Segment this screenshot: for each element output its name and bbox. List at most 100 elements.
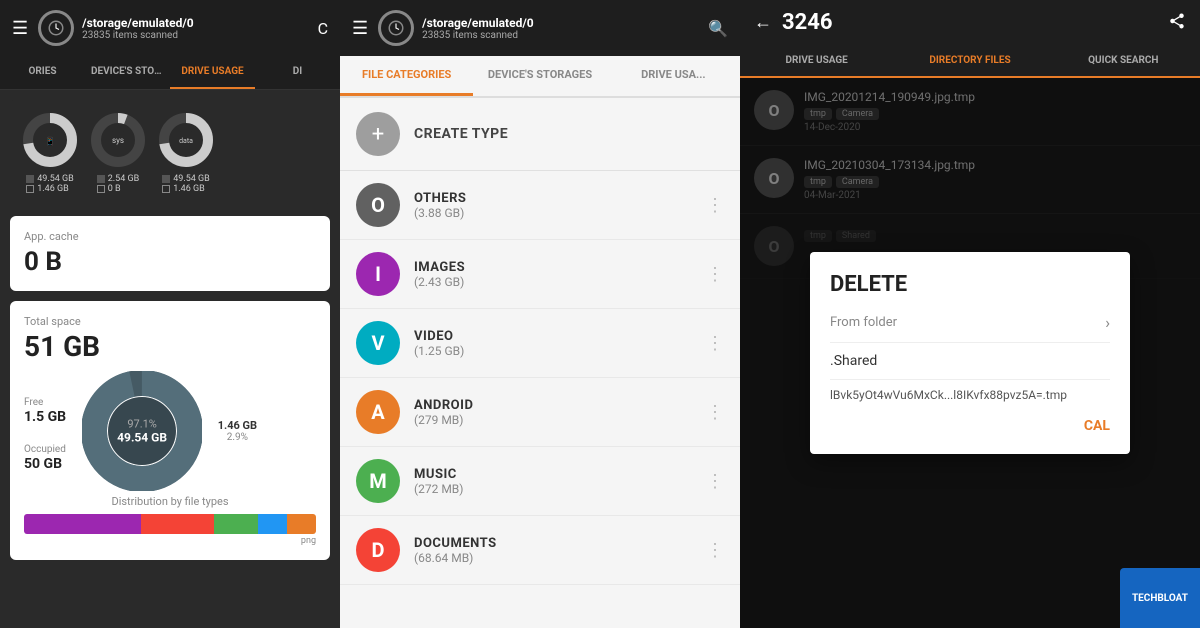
occupied-item: Occupied 50 GB: [24, 437, 66, 472]
cat-more-android[interactable]: ⋮: [706, 402, 724, 423]
delete-folder-name: .Shared: [830, 353, 1110, 369]
tab-file-categories[interactable]: FILE CATEGORIES: [340, 56, 473, 96]
app-cache-label: App. cache: [24, 230, 316, 243]
cat-info-images: IMAGES (2.43 GB): [414, 260, 692, 289]
middle-menu-icon[interactable]: ☰: [352, 18, 368, 39]
cat-name-music: MUSIC: [414, 467, 692, 482]
cat-info-android: ANDROID (279 MB): [414, 398, 692, 427]
cat-name-images: IMAGES: [414, 260, 692, 275]
left-nav-tabs: ORIES DEVICE'S STORAGES DRIVE USAGE DI: [0, 56, 340, 90]
delete-cancel-button[interactable]: CAL: [1084, 418, 1110, 434]
category-row-images[interactable]: I IMAGES (2.43 GB) ⋮: [340, 240, 740, 309]
cat-more-music[interactable]: ⋮: [706, 471, 724, 492]
storage-circles-row: 📱 49.54 GB 1.46 GB sys: [10, 100, 330, 204]
delete-dialog-title: DELETE: [830, 272, 1110, 297]
svg-text:data: data: [179, 137, 193, 145]
share-icon[interactable]: [1168, 12, 1186, 34]
delete-divider: [830, 379, 1110, 380]
middle-nav-tabs: FILE CATEGORIES DEVICE'S STORAGES DRIVE …: [340, 56, 740, 98]
tab-di[interactable]: DI: [255, 56, 340, 89]
left-panel: ☰ /storage/emulated/0 23835 items scanne…: [0, 0, 340, 628]
app-cache-card: App. cache 0 B: [10, 216, 330, 291]
donut-chart-1: 📱: [20, 110, 80, 170]
cat-circle-android: A: [356, 390, 400, 434]
storage-info: /storage/emulated/0 23835 items scanned: [38, 10, 307, 46]
distribution-bar: [24, 514, 316, 534]
storage-path: /storage/emulated/0: [82, 16, 194, 30]
right-nav-tabs: DRIVE USAGE DIRECTORY FILES QUICK SEARCH: [740, 45, 1200, 78]
cat-more-images[interactable]: ⋮: [706, 264, 724, 285]
cat-size-others: (3.88 GB): [414, 206, 692, 220]
tab-drive-usage-right[interactable]: DRIVE USAGE: [740, 45, 893, 76]
middle-top-bar: ☰ /storage/emulated/0 23835 items scanne…: [340, 0, 740, 56]
cat-more-documents[interactable]: ⋮: [706, 540, 724, 561]
right-title: 3246: [782, 10, 1158, 35]
watermark-text: TECHBLOAT: [1132, 593, 1188, 604]
category-row-video[interactable]: V VIDEO (1.25 GB) ⋮: [340, 309, 740, 378]
tab-ories[interactable]: ORIES: [0, 56, 85, 89]
tab-device-storages-mid[interactable]: DEVICE'S STORAGES: [473, 56, 606, 96]
cat-info-video: VIDEO (1.25 GB): [414, 329, 692, 358]
tab-device-storages-left[interactable]: DEVICE'S STORAGES: [85, 56, 170, 89]
left-top-bar: ☰ /storage/emulated/0 23835 items scanne…: [0, 0, 340, 56]
cat-more-others[interactable]: ⋮: [706, 195, 724, 216]
tab-quick-search[interactable]: QUICK SEARCH: [1047, 45, 1200, 76]
cat-size-android: (279 MB): [414, 413, 692, 427]
delete-from-folder[interactable]: From folder ›: [830, 313, 1110, 343]
cat-circle-images: I: [356, 252, 400, 296]
middle-list: + CREATE TYPE O OTHERS (3.88 GB) ⋮ I IMA…: [340, 98, 740, 628]
storage-circle: [38, 10, 74, 46]
total-space-card: Total space 51 GB Free 1.5 GB Occupied 5…: [10, 301, 330, 560]
distribution-label: Distribution by file types: [24, 495, 316, 508]
back-button[interactable]: ←: [754, 12, 772, 33]
cat-circle-documents: D: [356, 528, 400, 572]
create-type-row[interactable]: + CREATE TYPE: [340, 98, 740, 171]
delete-filename: lBvk5yOt4wVu6MxCk...l8IKvfx88pvz5A=.tmp: [830, 388, 1110, 402]
category-row-music[interactable]: M MUSIC (272 MB) ⋮: [340, 447, 740, 516]
total-space-row: Free 1.5 GB Occupied 50 GB 97: [24, 371, 316, 491]
delete-dialog: DELETE From folder › .Shared lBvk5yOt4wV…: [810, 252, 1130, 454]
right-panel: ← 3246 DRIVE USAGE DIRECTORY FILES QUICK…: [740, 0, 1200, 628]
category-row-documents[interactable]: D DOCUMENTS (68.64 MB) ⋮: [340, 516, 740, 585]
left-content: 📱 49.54 GB 1.46 GB sys: [0, 90, 340, 628]
middle-search-icon[interactable]: 🔍: [708, 19, 728, 38]
category-row-others[interactable]: O OTHERS (3.88 GB) ⋮: [340, 171, 740, 240]
cat-circle-video: V: [356, 321, 400, 365]
hamburger-icon[interactable]: ☰: [12, 18, 28, 39]
storage-item-3: data 49.54 GB 1.46 GB: [156, 110, 216, 194]
free-occupied: Free 1.5 GB Occupied 50 GB: [24, 390, 66, 472]
plus-circle: +: [356, 112, 400, 156]
middle-panel: ☰ /storage/emulated/0 23835 items scanne…: [340, 0, 740, 628]
png-label: png: [24, 536, 316, 546]
cat-circle-others: O: [356, 183, 400, 227]
storage-item-1: 📱 49.54 GB 1.46 GB: [20, 110, 80, 194]
cat-size-video: (1.25 GB): [414, 344, 692, 358]
cat-info-others: OTHERS (3.88 GB): [414, 191, 692, 220]
delete-from-arrow[interactable]: ›: [1105, 313, 1110, 332]
tab-drive-usage-mid[interactable]: DRIVE USA...: [607, 56, 740, 96]
right-top-bar: ← 3246: [740, 0, 1200, 45]
donut-chart-3: data: [156, 110, 216, 170]
refresh-icon[interactable]: C: [318, 19, 328, 38]
category-row-android[interactable]: A ANDROID (279 MB) ⋮: [340, 378, 740, 447]
storage-legend-2: 2.54 GB 0 B: [97, 174, 140, 194]
total-space-label: Total space: [24, 315, 316, 328]
tab-drive-usage-left[interactable]: DRIVE USAGE: [170, 56, 255, 89]
donut-side-text: 1.46 GB 2.9%: [218, 419, 257, 443]
storage-items: 23835 items scanned: [82, 30, 194, 41]
middle-storage-items: 23835 items scanned: [422, 30, 534, 41]
delete-dialog-overlay: DELETE From folder › .Shared lBvk5yOt4wV…: [740, 78, 1200, 628]
cat-name-documents: DOCUMENTS: [414, 536, 692, 551]
app-cache-value: 0 B: [24, 247, 316, 277]
middle-storage-info: /storage/emulated/0 23835 items scanned: [378, 10, 698, 46]
cat-info-documents: DOCUMENTS (68.64 MB): [414, 536, 692, 565]
cat-name-android: ANDROID: [414, 398, 692, 413]
tab-directory-files[interactable]: DIRECTORY FILES: [893, 45, 1046, 76]
watermark: TECHBLOAT: [1120, 568, 1200, 628]
right-list: O IMG_20201214_190949.jpg.tmp tmp Camera…: [740, 78, 1200, 628]
middle-storage-path: /storage/emulated/0: [422, 16, 534, 30]
cat-more-video[interactable]: ⋮: [706, 333, 724, 354]
storage-text: /storage/emulated/0 23835 items scanned: [82, 16, 194, 41]
middle-storage-circle: [378, 10, 414, 46]
storage-item-2: sys 2.54 GB 0 B: [88, 110, 148, 194]
